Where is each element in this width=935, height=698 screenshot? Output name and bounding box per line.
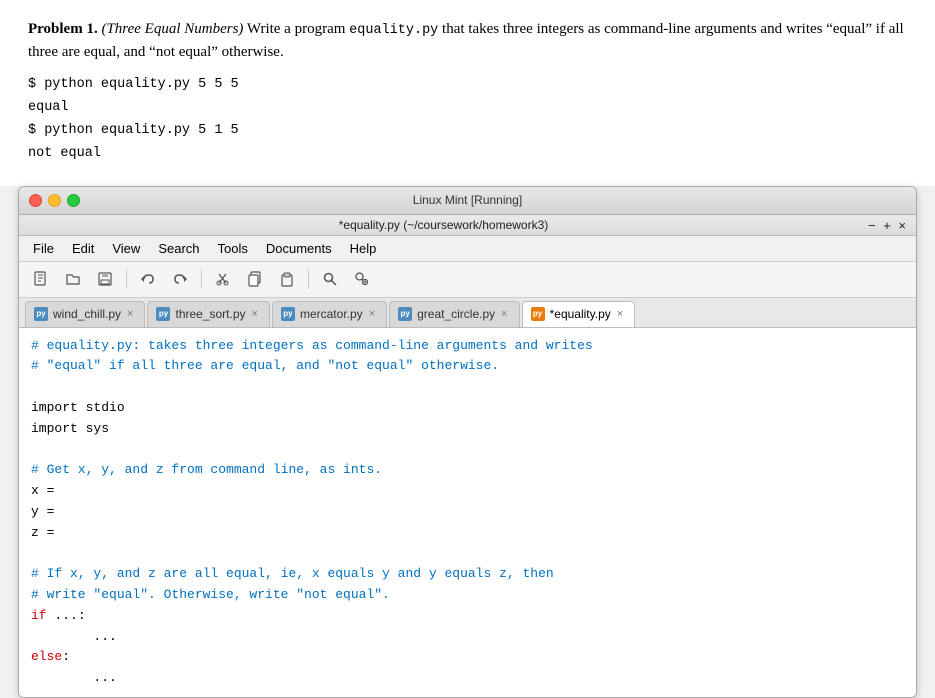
problem-desc-before: Write a program [247, 21, 346, 37]
problem-text: Problem 1. (Three Equal Numbers) Write a… [28, 18, 907, 64]
editor-line-7: # Get x, y, and z from command line, as … [31, 460, 904, 481]
editor-line-14: if ...: [31, 606, 904, 627]
gedit-minimize-btn[interactable]: − [868, 218, 876, 233]
example-1-output: equal [28, 97, 907, 120]
example-1-prompt: $ python equality.py 5 5 5 [28, 74, 907, 97]
open-button[interactable] [59, 266, 87, 292]
find-button[interactable] [316, 266, 344, 292]
toolbar-sep-2 [201, 269, 202, 289]
editor-line-13: # write "equal". Otherwise, write "not e… [31, 585, 904, 606]
editor-line-2: # "equal" if all three are equal, and "n… [31, 356, 904, 377]
tab-label-three-sort: three_sort.py [175, 307, 245, 321]
editor-line-6 [31, 439, 904, 460]
tab-label-mercator: mercator.py [300, 307, 363, 321]
tab-close-wind-chill[interactable]: × [126, 308, 134, 320]
toolbar-sep-1 [126, 269, 127, 289]
editor-area[interactable]: # equality.py: takes three integers as c… [19, 328, 916, 698]
save-button[interactable] [91, 266, 119, 292]
menu-documents[interactable]: Documents [258, 239, 340, 258]
tab-icon-mercator: py [281, 307, 295, 321]
menu-search[interactable]: Search [150, 239, 207, 258]
tab-icon-equality: py [531, 307, 545, 321]
replace-button[interactable] [348, 266, 376, 292]
traffic-lights [29, 194, 80, 207]
cut-button[interactable] [209, 266, 237, 292]
menubar: File Edit View Search Tools Documents He… [19, 236, 916, 262]
toolbar-sep-3 [308, 269, 309, 289]
minimize-light[interactable] [48, 194, 61, 207]
copy-button[interactable] [241, 266, 269, 292]
tab-label-great-circle: great_circle.py [417, 307, 495, 321]
editor-line-10: z = [31, 523, 904, 544]
undo-button[interactable] [134, 266, 162, 292]
redo-button[interactable] [166, 266, 194, 292]
gedit-controls: − + × [868, 218, 916, 233]
paste-button[interactable] [273, 266, 301, 292]
tab-label-equality: *equality.py [550, 307, 611, 321]
gedit-maximize-btn[interactable]: + [883, 218, 891, 233]
tab-icon-wind-chill: py [34, 307, 48, 321]
gedit-close-btn[interactable]: × [898, 218, 906, 233]
editor-line-3 [31, 377, 904, 398]
menu-tools[interactable]: Tools [210, 239, 256, 258]
editor-line-1: # equality.py: takes three integers as c… [31, 336, 904, 357]
problem-code-inline: equality.py [349, 23, 438, 38]
keyword-if: if [31, 608, 47, 623]
editor-line-11 [31, 543, 904, 564]
editor-line-8: x = [31, 481, 904, 502]
editor-window: Linux Mint [Running] *equality.py (~/cou… [18, 186, 917, 698]
tab-wind-chill[interactable]: py wind_chill.py × [25, 301, 145, 327]
problem-title: (Three Equal Numbers) [101, 21, 243, 37]
editor-line-4: import stdio [31, 398, 904, 419]
example-block: $ python equality.py 5 5 5 equal $ pytho… [28, 74, 907, 166]
tab-close-three-sort[interactable]: × [251, 308, 259, 320]
tab-close-equality[interactable]: × [616, 308, 624, 320]
example-2-output: not equal [28, 143, 907, 166]
editor-line-5: import sys [31, 419, 904, 440]
maximize-light[interactable] [67, 194, 80, 207]
tab-equality[interactable]: py *equality.py × [522, 301, 636, 327]
close-light[interactable] [29, 194, 42, 207]
menu-file[interactable]: File [25, 239, 62, 258]
tab-great-circle[interactable]: py great_circle.py × [389, 301, 519, 327]
editor-line-12: # If x, y, and z are all equal, ie, x eq… [31, 564, 904, 585]
toolbar [19, 262, 916, 298]
tab-close-great-circle[interactable]: × [500, 308, 508, 320]
titlebar-title: Linux Mint [Running] [413, 193, 522, 207]
tab-label-wind-chill: wind_chill.py [53, 307, 121, 321]
editor-line-15: ... [31, 627, 904, 648]
editor-line-16: else: [31, 647, 904, 668]
new-button[interactable] [27, 266, 55, 292]
tab-icon-great-circle: py [398, 307, 412, 321]
titlebar: Linux Mint [Running] [19, 187, 916, 215]
problem-number: Problem 1. [28, 21, 98, 37]
tab-mercator[interactable]: py mercator.py × [272, 301, 387, 327]
tab-three-sort[interactable]: py three_sort.py × [147, 301, 269, 327]
editor-line-17: ... [31, 668, 904, 689]
editor-line-9: y = [31, 502, 904, 523]
menu-edit[interactable]: Edit [64, 239, 102, 258]
gedit-header: *equality.py (~/coursework/homework3) − … [19, 215, 916, 236]
problem-area: Problem 1. (Three Equal Numbers) Write a… [0, 0, 935, 186]
menu-help[interactable]: Help [342, 239, 385, 258]
gedit-title: *equality.py (~/coursework/homework3) [339, 218, 549, 232]
example-2-prompt: $ python equality.py 5 1 5 [28, 120, 907, 143]
menu-view[interactable]: View [104, 239, 148, 258]
tab-icon-three-sort: py [156, 307, 170, 321]
tab-close-mercator[interactable]: × [368, 308, 376, 320]
keyword-else: else [31, 649, 62, 664]
tabs-bar: py wind_chill.py × py three_sort.py × py… [19, 298, 916, 328]
